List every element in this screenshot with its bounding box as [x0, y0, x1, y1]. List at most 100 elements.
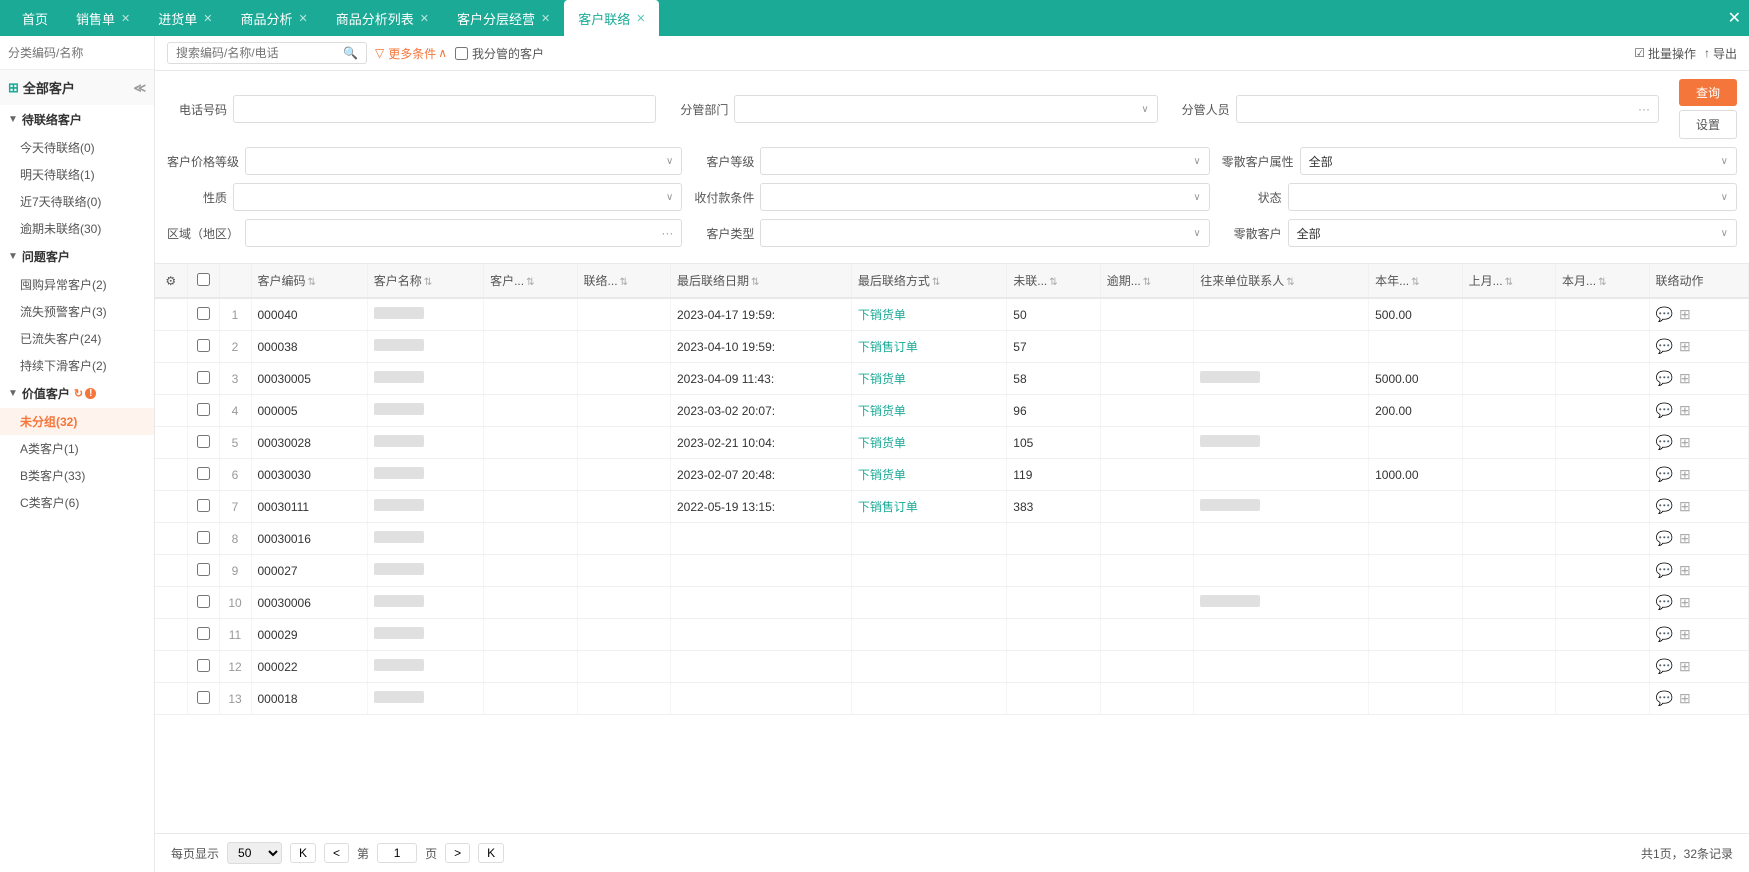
row-checkbox[interactable]: [197, 403, 210, 416]
col-last-contact-date[interactable]: 最后联络日期: [671, 264, 852, 298]
close-icon[interactable]: ✕: [541, 12, 550, 25]
more-action-icon[interactable]: ⊞: [1679, 562, 1691, 579]
person-select[interactable]: ···: [1236, 95, 1659, 123]
close-icon[interactable]: ✕: [203, 12, 212, 25]
contact-icon[interactable]: 💬: [1656, 530, 1673, 547]
batch-operation-button[interactable]: ☑ 批量操作: [1634, 45, 1696, 62]
contact-icon[interactable]: 💬: [1656, 562, 1673, 579]
tab-product-analysis[interactable]: 商品分析 ✕: [226, 0, 321, 36]
more-action-icon[interactable]: ⊞: [1679, 626, 1691, 643]
contact-way-link[interactable]: 下销货单: [858, 372, 906, 386]
sidebar-item-hoard-abnormal[interactable]: 囤购异常客户(2): [0, 271, 154, 298]
close-icon[interactable]: ✕: [636, 12, 645, 25]
contact-way-link[interactable]: 下销货单: [858, 404, 906, 418]
more-icon[interactable]: ···: [661, 226, 673, 240]
more-action-icon[interactable]: ⊞: [1679, 370, 1691, 387]
more-conditions-button[interactable]: ▽ 更多条件 ∧: [375, 45, 447, 62]
contact-icon[interactable]: 💬: [1656, 434, 1673, 451]
row-checkbox[interactable]: [197, 691, 210, 704]
contact-way-link[interactable]: 下销售订单: [858, 340, 918, 354]
last-page-button[interactable]: K: [478, 843, 504, 863]
col-overdue[interactable]: 逾期...: [1100, 264, 1193, 298]
sidebar-item-overdue-contact[interactable]: 逾期未联络(30): [0, 215, 154, 242]
contact-icon[interactable]: 💬: [1656, 370, 1673, 387]
customer-type-select[interactable]: ∨: [760, 219, 1209, 247]
dept-select[interactable]: ∨: [734, 95, 1157, 123]
sidebar-item-ungroup[interactable]: 未分组(32): [0, 408, 154, 435]
col-this-month[interactable]: 本月...: [1556, 264, 1649, 298]
contact-icon[interactable]: 💬: [1656, 498, 1673, 515]
sidebar-item-today-pending[interactable]: 今天待联络(0): [0, 134, 154, 161]
tab-home[interactable]: 首页: [8, 0, 62, 36]
row-checkbox[interactable]: [197, 563, 210, 576]
price-level-select[interactable]: ∨: [245, 147, 682, 175]
retail-customer-select[interactable]: 全部 ∨: [1288, 219, 1737, 247]
close-icon[interactable]: ✕: [420, 12, 429, 25]
filter-search-input[interactable]: [176, 46, 343, 60]
sidebar-item-type-b[interactable]: B类客户(33): [0, 462, 154, 489]
contact-icon[interactable]: 💬: [1656, 594, 1673, 611]
sidebar-search-input[interactable]: [8, 46, 155, 60]
tab-purchase-order[interactable]: 进货单 ✕: [144, 0, 226, 36]
more-action-icon[interactable]: ⊞: [1679, 658, 1691, 675]
row-checkbox[interactable]: [197, 659, 210, 672]
payment-select[interactable]: ∨: [760, 183, 1209, 211]
row-checkbox[interactable]: [197, 467, 210, 480]
row-checkbox[interactable]: [197, 499, 210, 512]
row-checkbox[interactable]: [197, 435, 210, 448]
tab-customer-segment[interactable]: 客户分层经营 ✕: [443, 0, 564, 36]
col-settings[interactable]: ⚙: [155, 264, 187, 298]
row-checkbox[interactable]: [197, 371, 210, 384]
row-checkbox[interactable]: [197, 307, 210, 320]
search-icon[interactable]: 🔍: [343, 46, 358, 60]
col-customer-code[interactable]: 客户编码: [251, 264, 367, 298]
more-action-icon[interactable]: ⊞: [1679, 594, 1691, 611]
sidebar-item-churned[interactable]: 已流失客户(24): [0, 325, 154, 352]
more-icon[interactable]: ···: [1638, 102, 1650, 116]
contact-way-link[interactable]: 下销货单: [858, 468, 906, 482]
sidebar-group-value-customers[interactable]: ▼ 价值客户 ↻ !: [0, 379, 154, 408]
row-checkbox[interactable]: [197, 595, 210, 608]
col-not-contacted[interactable]: 未联...: [1007, 264, 1100, 298]
prev-page-button[interactable]: <: [324, 843, 349, 863]
col-customer-name[interactable]: 客户名称: [367, 264, 483, 298]
retail-attr-select[interactable]: 全部 ∨: [1300, 147, 1737, 175]
next-page-button[interactable]: >: [445, 843, 470, 863]
row-checkbox[interactable]: [197, 627, 210, 640]
refresh-icon[interactable]: ↻: [74, 387, 83, 400]
col-last-month[interactable]: 上月...: [1462, 264, 1555, 298]
nature-select[interactable]: ∨: [233, 183, 682, 211]
phone-input[interactable]: [233, 95, 656, 123]
settings-icon[interactable]: ⚙: [165, 274, 176, 288]
first-page-button[interactable]: K: [290, 843, 316, 863]
contact-icon[interactable]: 💬: [1656, 690, 1673, 707]
row-checkbox[interactable]: [197, 531, 210, 544]
tab-customer-contact[interactable]: 客户联络 ✕: [564, 0, 659, 36]
row-checkbox[interactable]: [197, 339, 210, 352]
my-customers-checkbox[interactable]: [455, 47, 468, 60]
col-contact[interactable]: 联络...: [577, 264, 670, 298]
sidebar-group-problem-customers[interactable]: ▼ 问题客户: [0, 242, 154, 271]
export-button[interactable]: ↑ 导出: [1704, 45, 1737, 62]
more-action-icon[interactable]: ⊞: [1679, 306, 1691, 323]
query-button[interactable]: 查询: [1679, 79, 1737, 106]
contact-way-link[interactable]: 下销货单: [858, 436, 906, 450]
sidebar-item-churn-warning[interactable]: 流失预警客户(3): [0, 298, 154, 325]
tab-product-analysis-list[interactable]: 商品分析列表 ✕: [322, 0, 443, 36]
sidebar-group-pending-contact[interactable]: ▼ 待联络客户: [0, 105, 154, 134]
tab-sales-order[interactable]: 销售单 ✕: [62, 0, 144, 36]
more-action-icon[interactable]: ⊞: [1679, 434, 1691, 451]
more-action-icon[interactable]: ⊞: [1679, 466, 1691, 483]
contact-icon[interactable]: 💬: [1656, 466, 1673, 483]
col-this-year[interactable]: 本年...: [1369, 264, 1462, 298]
sidebar-item-7days-pending[interactable]: 近7天待联络(0): [0, 188, 154, 215]
contact-way-link[interactable]: 下销货单: [858, 308, 906, 322]
sidebar-item-tomorrow-pending[interactable]: 明天待联络(1): [0, 161, 154, 188]
contact-way-link[interactable]: 下销售订单: [858, 500, 918, 514]
close-icon[interactable]: ✕: [121, 12, 130, 25]
collapse-icon[interactable]: ≪: [133, 81, 146, 95]
col-last-contact-way[interactable]: 最后联络方式: [851, 264, 1006, 298]
more-action-icon[interactable]: ⊞: [1679, 498, 1691, 515]
contact-icon[interactable]: 💬: [1656, 658, 1673, 675]
more-action-icon[interactable]: ⊞: [1679, 690, 1691, 707]
